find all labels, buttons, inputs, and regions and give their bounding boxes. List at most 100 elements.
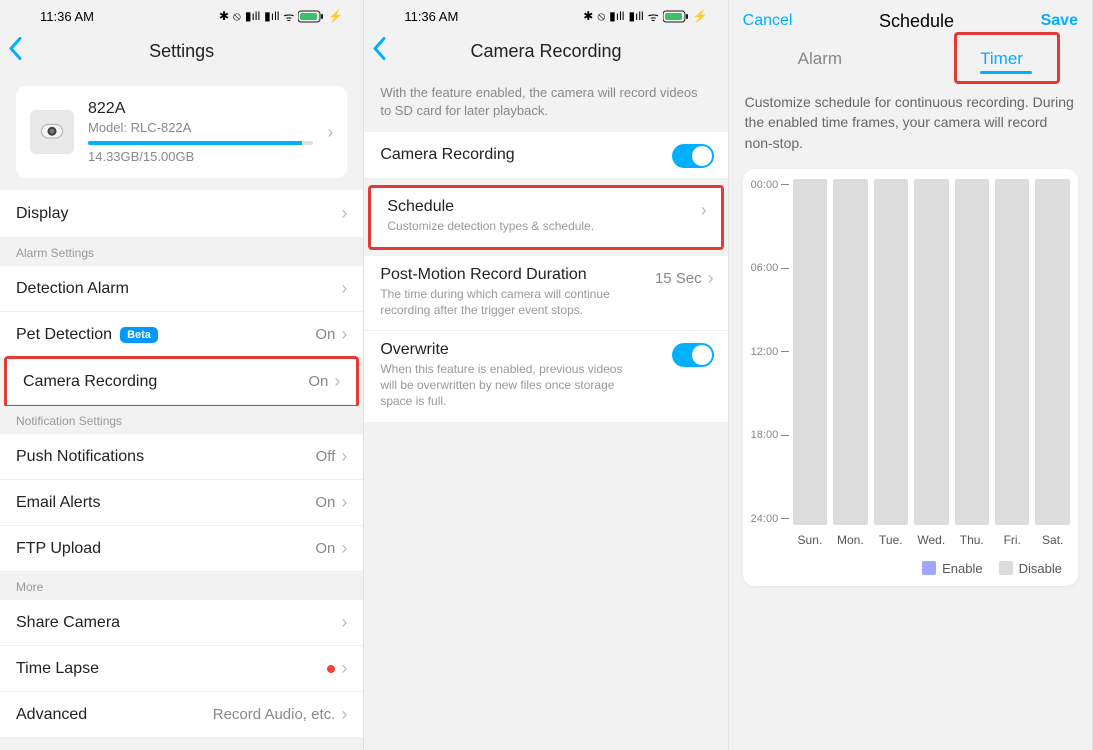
- time-label: 06:00: [751, 262, 779, 274]
- push-value: Off: [316, 448, 336, 465]
- schedule-time-axis: 00:00 06:00 12:00 18:00 24:00: [751, 179, 793, 525]
- camera-recording-toggle[interactable]: [672, 144, 714, 168]
- email-value: On: [315, 494, 335, 511]
- schedule-legend: Enable Disable: [751, 561, 1070, 576]
- device-storage: 14.33GB/15.00GB: [88, 149, 313, 164]
- day-label: Sat.: [1035, 533, 1069, 547]
- post-motion-sub: The time during which camera will contin…: [380, 286, 610, 318]
- legend-disable: Disable: [999, 561, 1062, 576]
- chevron-right-icon: ›: [341, 612, 347, 633]
- page-title: Settings: [149, 41, 214, 62]
- time-label: 24:00: [751, 513, 779, 525]
- alarm-section-header: Alarm Settings: [0, 238, 363, 266]
- chevron-right-icon: ›: [341, 203, 347, 224]
- timelapse-label: Time Lapse: [16, 660, 99, 678]
- nav-bar: Settings: [0, 28, 363, 74]
- camera-recording-value: On ›: [308, 371, 340, 392]
- pet-detection-value: On ›: [315, 324, 347, 345]
- schedule-column-tue[interactable]: [874, 179, 908, 525]
- schedule-row[interactable]: Schedule Customize detection types & sch…: [371, 188, 720, 246]
- highlight-schedule: Schedule Customize detection types & sch…: [368, 185, 723, 249]
- camera-recording-label: Camera Recording: [380, 146, 514, 163]
- save-button[interactable]: Save: [1041, 12, 1078, 30]
- chevron-right-icon: ›: [341, 492, 347, 513]
- overwrite-label: Overwrite: [380, 341, 711, 359]
- day-label: Wed.: [914, 533, 948, 547]
- time-label: 18:00: [751, 429, 779, 441]
- schedule-column-wed[interactable]: [914, 179, 948, 525]
- cancel-button[interactable]: Cancel: [743, 12, 793, 30]
- chevron-right-icon: ›: [701, 200, 707, 221]
- day-label: Thu.: [955, 533, 989, 547]
- post-motion-value: 15 Sec: [655, 270, 702, 287]
- day-label: Sun.: [793, 533, 827, 547]
- nav-bar: Camera Recording: [364, 28, 727, 74]
- overwrite-row: Overwrite When this feature is enabled, …: [364, 331, 727, 423]
- day-label: Tue.: [874, 533, 908, 547]
- detection-alarm-row[interactable]: Detection Alarm ›: [0, 266, 363, 312]
- schedule-description: Customize schedule for continuous record…: [729, 80, 1092, 163]
- time-label: 12:00: [751, 346, 779, 358]
- status-icons: ✱⦸▮ıll▮ıllᯤ ⚡: [219, 8, 343, 25]
- ftp-row[interactable]: FTP Upload On›: [0, 526, 363, 572]
- ftp-label: FTP Upload: [16, 540, 101, 558]
- email-label: Email Alerts: [16, 494, 100, 512]
- back-button[interactable]: [372, 37, 386, 66]
- time-label: 00:00: [751, 179, 779, 191]
- chevron-right-icon: ›: [341, 658, 347, 679]
- highlight-camera-recording: Camera Recording On ›: [4, 356, 359, 408]
- camera-thumbnail: [30, 110, 74, 154]
- device-model: Model: RLC-822A: [88, 120, 313, 135]
- notification-dot-icon: [327, 665, 335, 673]
- device-card[interactable]: 822A Model: RLC-822A 14.33GB/15.00GB ›: [16, 86, 347, 178]
- status-bar: 11:36 AM ✱⦸▮ıll▮ıllᯤ ⚡: [364, 0, 727, 28]
- schedule-column-thu[interactable]: [955, 179, 989, 525]
- post-motion-row[interactable]: Post-Motion Record Duration The time dur…: [364, 256, 727, 331]
- tab-alarm[interactable]: Alarm: [778, 41, 862, 77]
- device-name: 822A: [88, 100, 313, 118]
- schedule-column-mon[interactable]: [833, 179, 867, 525]
- schedule-grid[interactable]: 00:00 06:00 12:00 18:00 24:00: [751, 179, 1070, 525]
- camera-recording-toggle-row: Camera Recording: [364, 132, 727, 179]
- chevron-right-icon: ›: [341, 446, 347, 467]
- schedule-column-fri[interactable]: [995, 179, 1029, 525]
- schedule-pane: Cancel Schedule Save Alarm Timer Customi…: [729, 0, 1093, 750]
- day-label: Mon.: [833, 533, 867, 547]
- enable-swatch-icon: [922, 561, 936, 575]
- feature-description: With the feature enabled, the camera wil…: [364, 74, 727, 132]
- display-row[interactable]: Display ›: [0, 190, 363, 238]
- chevron-right-icon: ›: [341, 538, 347, 559]
- camera-recording-row[interactable]: Camera Recording On ›: [7, 359, 356, 405]
- detection-alarm-label: Detection Alarm: [16, 280, 129, 298]
- pet-detection-label: Pet Detection Beta: [16, 326, 158, 344]
- email-row[interactable]: Email Alerts On ›: [0, 480, 363, 526]
- pet-detection-text: Pet Detection: [16, 326, 112, 344]
- legend-enable: Enable: [922, 561, 982, 576]
- overwrite-toggle[interactable]: [672, 343, 714, 367]
- share-row[interactable]: Share Camera ›: [0, 600, 363, 646]
- beta-badge: Beta: [120, 327, 158, 343]
- pet-detection-row[interactable]: Pet Detection Beta On ›: [0, 312, 363, 358]
- chevron-right-icon: ›: [327, 122, 333, 143]
- chevron-right-icon: ›: [708, 268, 714, 289]
- schedule-day-labels: Sun. Mon. Tue. Wed. Thu. Fri. Sat.: [751, 533, 1070, 547]
- push-row[interactable]: Push Notifications Off›: [0, 434, 363, 480]
- schedule-card: 00:00 06:00 12:00 18:00 24:00 Sun. Mon. …: [743, 169, 1078, 586]
- schedule-column-sat[interactable]: [1035, 179, 1069, 525]
- more-section-header: More: [0, 572, 363, 600]
- timelapse-row[interactable]: Time Lapse ›: [0, 646, 363, 692]
- advanced-row[interactable]: Advanced Record Audio, etc.›: [0, 692, 363, 738]
- page-title: Schedule: [879, 11, 954, 32]
- chevron-right-icon: ›: [341, 704, 347, 725]
- chevron-right-icon: ›: [341, 278, 347, 299]
- schedule-column-sun[interactable]: [793, 179, 827, 525]
- schedule-tabs: Alarm Timer: [729, 38, 1092, 80]
- status-bar: 11:36 AM ✱⦸▮ıll▮ıllᯤ ⚡: [0, 0, 363, 28]
- device-info: 822A Model: RLC-822A 14.33GB/15.00GB: [88, 100, 313, 164]
- camera-recording-label: Camera Recording: [23, 373, 157, 391]
- overwrite-sub: When this feature is enabled, previous v…: [380, 361, 630, 410]
- settings-pane: 11:36 AM ✱⦸▮ıll▮ıllᯤ ⚡ Settings 822A Mod…: [0, 0, 364, 750]
- back-button[interactable]: [8, 37, 22, 66]
- schedule-sub: Customize detection types & schedule.: [387, 218, 704, 234]
- notif-section-header: Notification Settings: [0, 406, 363, 434]
